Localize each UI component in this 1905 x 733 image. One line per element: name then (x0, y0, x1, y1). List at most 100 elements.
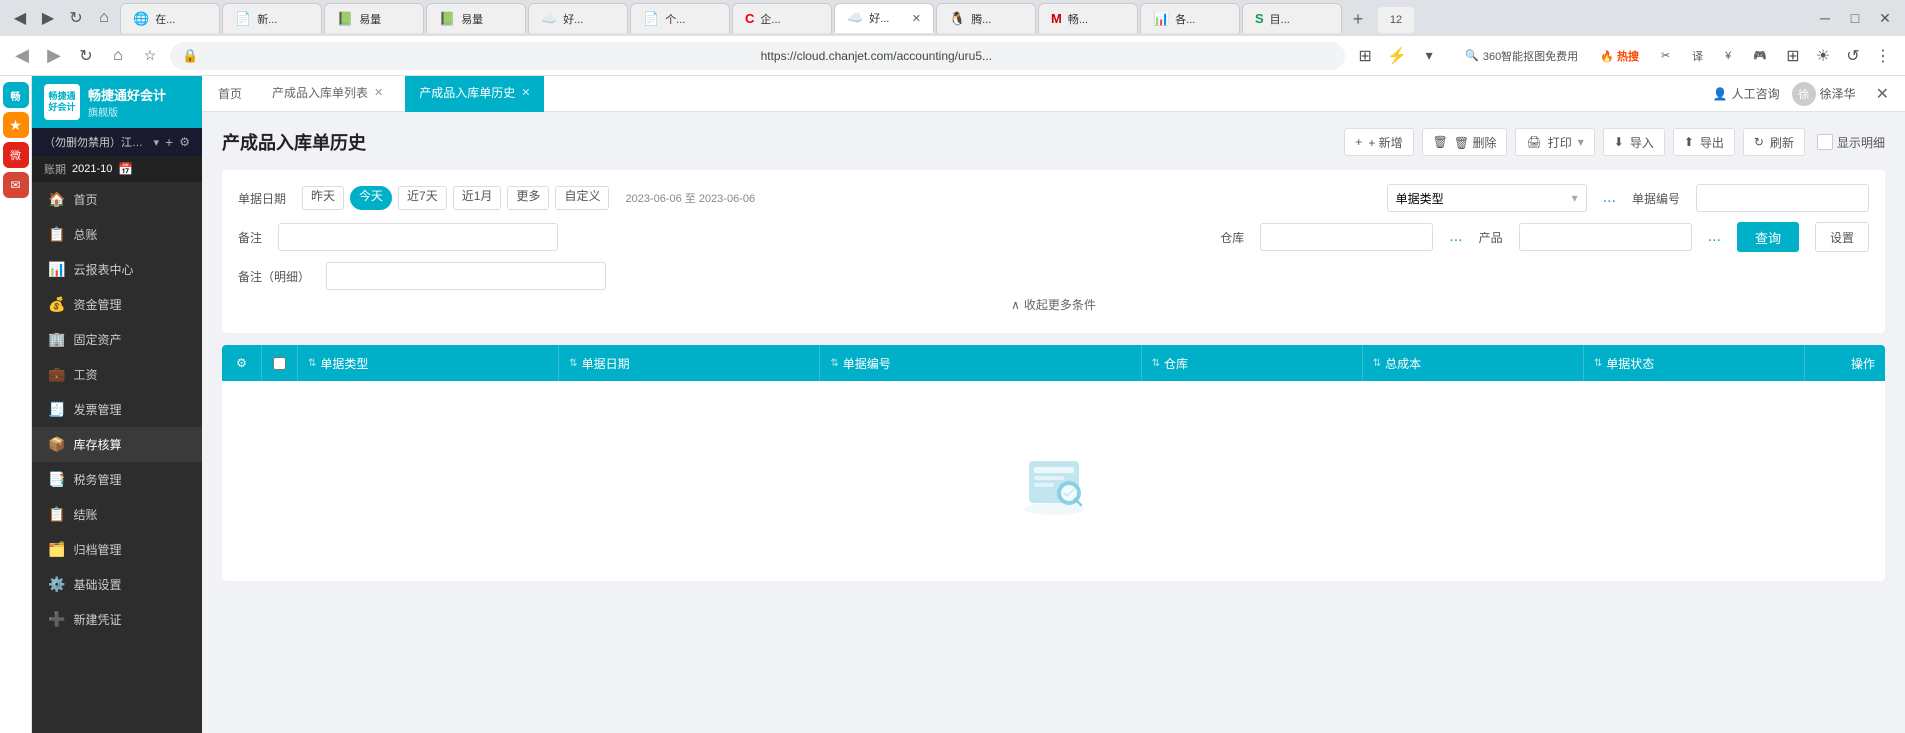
nav-item-inventory[interactable]: 📦 库存核算 (32, 427, 202, 462)
browser-tab-12[interactable]: S 目... (1242, 3, 1342, 33)
dropdown-btn[interactable]: ▾ (1417, 44, 1441, 68)
number-input[interactable] (1696, 184, 1869, 212)
th-status[interactable]: ⇅ 单据状态 (1584, 345, 1805, 381)
refresh-btn[interactable]: ↻ 刷新 (1743, 128, 1805, 156)
th-date[interactable]: ⇅ 单据日期 (559, 345, 820, 381)
close-panel-btn[interactable]: ✕ (1876, 84, 1889, 104)
browser-home-btn[interactable]: ⌂ (92, 6, 116, 30)
app-icon-chanjet[interactable]: 畅 (3, 82, 29, 108)
window-close-btn[interactable]: ✕ (1873, 6, 1897, 30)
th-settings[interactable]: ⚙ (222, 345, 262, 381)
maximize-btn[interactable]: □ (1843, 6, 1867, 30)
home-btn[interactable]: ⌂ (106, 44, 130, 68)
date-custom[interactable]: 自定义 (555, 186, 609, 210)
delete-btn[interactable]: 🗑 🗑 删除 (1422, 128, 1508, 156)
translate-btn[interactable]: 译 (1684, 43, 1711, 69)
nav-item-new-voucher[interactable]: ➕ 新建凭证 (32, 602, 202, 637)
menu-btn[interactable]: ⋮ (1871, 44, 1895, 68)
company-add-icon[interactable]: + (165, 134, 173, 150)
user-profile[interactable]: 徐 徐泽华 (1792, 82, 1856, 106)
browser-tab-10[interactable]: M 畅... (1038, 3, 1138, 33)
query-btn[interactable]: 查询 (1737, 222, 1799, 252)
apps-btn[interactable]: ⊞ (1781, 44, 1805, 68)
undo-btn[interactable]: ↺ (1841, 44, 1865, 68)
browser-tab-4[interactable]: 📗 易量 (426, 3, 526, 33)
browser-tab-6[interactable]: 📄 个... (630, 3, 730, 33)
nav-item-checkout[interactable]: 📋 结账 (32, 497, 202, 532)
browser-tab-3[interactable]: 📗 易量 (324, 3, 424, 33)
browser-back-btn[interactable]: ◀ (8, 6, 32, 30)
lightning-btn[interactable]: ⚡ (1385, 44, 1409, 68)
detail-note-input[interactable] (326, 262, 606, 290)
browser-tab-7[interactable]: C 企... (732, 3, 832, 33)
close-tab-8[interactable]: ✕ (912, 12, 921, 25)
display-checkbox[interactable] (1817, 134, 1833, 150)
nav-item-fixed[interactable]: 🏢 固定资产 (32, 322, 202, 357)
nav-item-ledger[interactable]: 📋 总账 (32, 217, 202, 252)
date-more[interactable]: 更多 (507, 186, 549, 210)
product-ellipsis-btn[interactable]: ... (1708, 228, 1721, 246)
back-btn[interactable]: ◀ (10, 44, 34, 68)
nav-item-archive[interactable]: 🗂️ 归档管理 (32, 532, 202, 567)
collapse-btn[interactable]: ∧ 收起更多条件 (238, 290, 1869, 319)
date-today[interactable]: 今天 (350, 186, 392, 210)
th-type[interactable]: ⇅ 单据类型 (298, 345, 559, 381)
type-select[interactable]: 单据类型 ▾ (1387, 184, 1587, 212)
brightness-btn[interactable]: ☀ (1811, 44, 1835, 68)
browser-forward-btn[interactable]: ▶ (36, 6, 60, 30)
settings-icon[interactable]: ⚙ (236, 356, 247, 370)
date-yesterday[interactable]: 昨天 (302, 186, 344, 210)
erp-company-row[interactable]: （勿删勿禁用）江西腺宝测试专用 ▾ + ⚙ (32, 128, 202, 156)
note-input[interactable] (278, 223, 558, 251)
setting-btn[interactable]: 设置 (1815, 222, 1869, 252)
app-icon-weibo[interactable]: 微 (3, 142, 29, 168)
close-tab-list[interactable]: ✕ (374, 86, 383, 99)
print-btn[interactable]: 🖨 打印 (1515, 128, 1594, 156)
type-more-icon[interactable]: ... (1603, 189, 1616, 207)
tab-history[interactable]: 产成品入库单历史 ✕ (405, 76, 544, 112)
bookmark-btn[interactable]: ☆ (138, 44, 162, 68)
type-ellipsis-btn[interactable]: ... (1603, 189, 1616, 207)
product-input[interactable] (1519, 223, 1692, 251)
display-toggle[interactable]: 显示明细 (1817, 134, 1885, 151)
scissors-btn[interactable]: ✂ (1653, 43, 1678, 69)
tab-list[interactable]: 产成品入库单列表 ✕ (258, 76, 397, 112)
th-warehouse[interactable]: ⇅ 仓库 (1142, 345, 1363, 381)
new-btn[interactable]: + + 新增 (1344, 128, 1413, 156)
calendar-icon[interactable]: 📅 (118, 162, 133, 176)
date-1month[interactable]: 近1月 (453, 186, 502, 210)
new-tab-btn[interactable]: + (1344, 5, 1372, 33)
company-settings-icon[interactable]: ⚙ (179, 135, 190, 149)
import-btn[interactable]: ⬇ 导入 (1603, 128, 1665, 156)
minimize-btn[interactable]: ─ (1813, 6, 1837, 30)
nav-item-home[interactable]: 🏠 首页 (32, 182, 202, 217)
grid-btn[interactable]: ⊞ (1353, 44, 1377, 68)
browser-tab-5[interactable]: ☁️ 好... (528, 3, 628, 33)
browser-tab-1[interactable]: 🌐 在... (120, 3, 220, 33)
nav-item-invoice[interactable]: 🧾 发票管理 (32, 392, 202, 427)
nav-item-base[interactable]: ⚙️ 基础设置 (32, 567, 202, 602)
company-dropdown-icon[interactable]: ▾ (154, 136, 160, 149)
browser-tab-11[interactable]: 📊 各... (1140, 3, 1240, 33)
tab-count-badge[interactable]: 12 (1378, 7, 1414, 33)
service-btn[interactable]: 👤 人工咨询 (1713, 85, 1780, 102)
export-btn[interactable]: ⬆ 导出 (1673, 128, 1735, 156)
currency-btn[interactable]: ¥ (1717, 43, 1739, 69)
th-check[interactable] (262, 345, 298, 381)
nav-item-report[interactable]: 📊 云报表中心 (32, 252, 202, 287)
warehouse-input[interactable] (1260, 223, 1433, 251)
browser-reload-btn[interactable]: ↻ (64, 6, 88, 30)
forward-btn[interactable]: ▶ (42, 44, 66, 68)
browser-tab-8[interactable]: ☁️ 好... ✕ (834, 3, 934, 33)
browser-tab-9[interactable]: 🐧 腾... (936, 3, 1036, 33)
select-all-checkbox[interactable] (273, 357, 286, 370)
app-icon-email[interactable]: ✉ (3, 172, 29, 198)
browser-tab-2[interactable]: 📄 新... (222, 3, 322, 33)
nav-item-tax[interactable]: 📑 税务管理 (32, 462, 202, 497)
game-btn[interactable]: 🎮 (1745, 43, 1775, 69)
close-tab-history[interactable]: ✕ (521, 86, 530, 99)
date-7days[interactable]: 近7天 (398, 186, 447, 210)
th-cost[interactable]: ⇅ 总成本 (1363, 345, 1584, 381)
hot-search-btn[interactable]: 🔥 热搜 (1592, 43, 1647, 69)
url-bar[interactable]: 🔒 https://cloud.chanjet.com/accounting/u… (170, 42, 1345, 70)
